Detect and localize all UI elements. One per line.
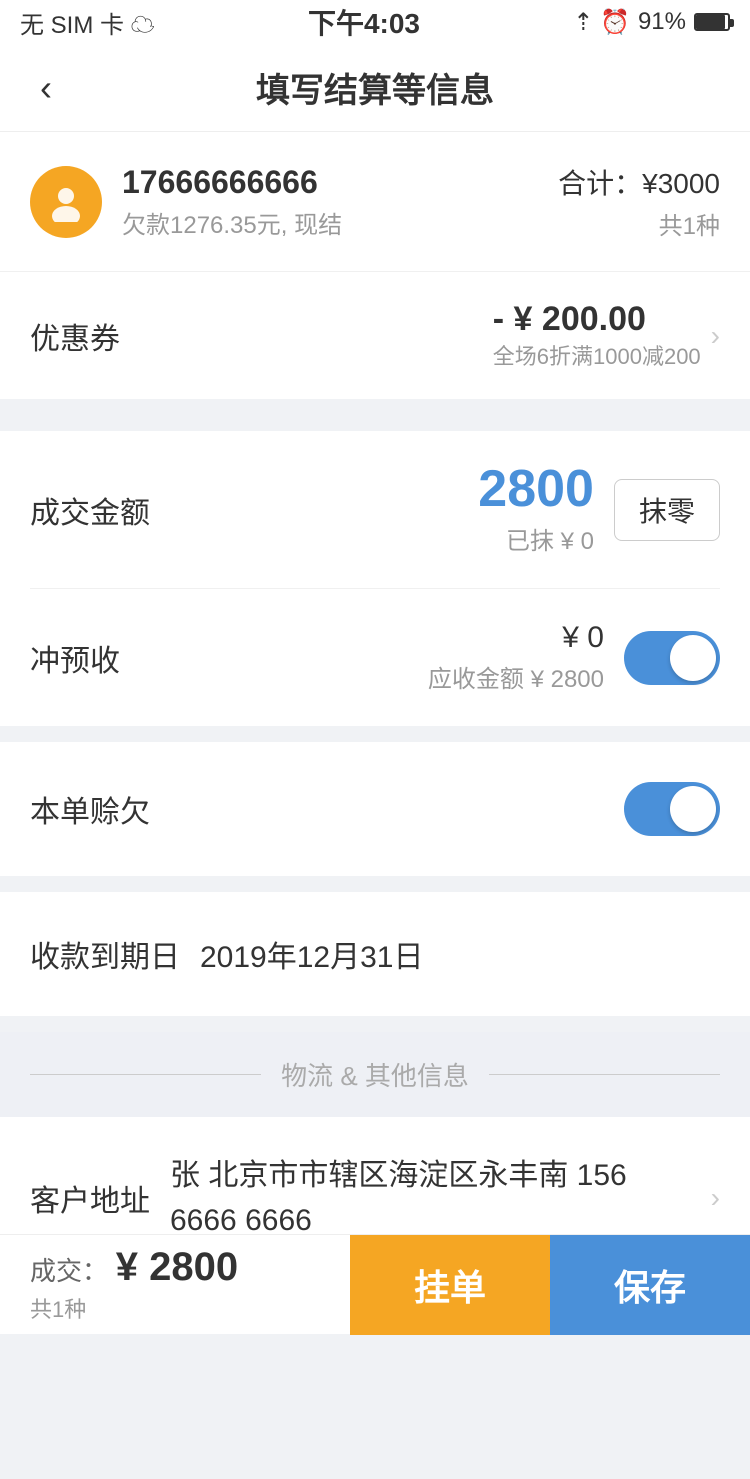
deal-amount-label: 成交金额 — [30, 488, 150, 532]
back-button[interactable]: ‹ — [30, 57, 62, 119]
prereceipt-amount: ¥ 0 — [428, 621, 604, 655]
avatar — [30, 166, 102, 238]
battery-level: 91% — [638, 8, 686, 36]
debt-section: 本单赊欠 — [0, 742, 750, 876]
logistics-text: 物流 & 其他信息 — [261, 1056, 489, 1093]
customer-phone: 17666666666 — [122, 164, 342, 201]
page-title: 填写结算等信息 — [256, 63, 494, 112]
total-label: 合计： — [558, 168, 642, 199]
due-date-section: 收款到期日 2019年12月31日 — [0, 892, 750, 1016]
debt-label: 本单赊欠 — [30, 787, 150, 831]
address-value: 张 北京市市辖区海淀区永丰南 156 6666 6666 — [170, 1153, 701, 1243]
deal-amount-sub: 已抹 ¥ 0 — [478, 521, 594, 556]
section-divider-2 — [0, 726, 750, 742]
due-date-label: 收款到期日 — [30, 932, 180, 976]
logistics-divider: 物流 & 其他信息 — [0, 1032, 750, 1117]
prereceipt-row: 冲预收 ¥ 0 应收金额 ¥ 2800 — [30, 589, 720, 726]
total-amount-label: 合计：¥3000 — [558, 162, 720, 202]
customer-card: 17666666666 欠款1276.35元, 现结 合计：¥3000 共1种 … — [0, 132, 750, 399]
prereceipt-sub: 应收金额 ¥ 2800 — [428, 659, 604, 694]
total-amount: ¥3000 — [642, 168, 720, 199]
debt-row: 本单赊欠 — [30, 742, 720, 876]
logistics-line-right — [489, 1074, 720, 1075]
customer-info: 17666666666 欠款1276.35元, 现结 — [122, 164, 342, 240]
section-divider-1 — [0, 415, 750, 431]
status-bar: 无 SIM 卡 ☁ 下午4:03 ⇡ ⏰ 91% — [0, 0, 750, 44]
bottom-bar: 成交： ¥ 2800 共1种 挂单 保存 — [0, 1234, 750, 1334]
coupon-desc: 全场6折满1000减200 — [493, 339, 701, 371]
prereceipt-label: 冲预收 — [30, 636, 120, 680]
bottom-deal-row: 成交： ¥ 2800 — [30, 1245, 320, 1290]
status-time: 下午4:03 — [308, 2, 420, 42]
bottom-summary: 成交： ¥ 2800 共1种 — [0, 1245, 350, 1324]
coupon-arrow-icon: › — [711, 320, 720, 352]
nav-bar: ‹ 填写结算等信息 — [0, 44, 750, 132]
status-right: ⇡ ⏰ 91% — [573, 8, 730, 37]
coupon-row[interactable]: 优惠券 - ¥ 200.00 全场6折满1000减200 › — [0, 271, 750, 399]
prereceipt-amount-block: ¥ 0 应收金额 ¥ 2800 — [428, 621, 604, 694]
save-button[interactable]: 保存 — [550, 1235, 750, 1335]
deal-amount-block: 2800 已抹 ¥ 0 — [478, 463, 594, 556]
customer-right: 合计：¥3000 共1种 — [558, 162, 720, 241]
due-date-value: 2019年12月31日 — [200, 932, 423, 976]
bottom-amount: ¥ 2800 — [116, 1245, 238, 1289]
bottom-deal-label: 成交： — [30, 1256, 108, 1286]
prereceipt-right: ¥ 0 应收金额 ¥ 2800 — [428, 621, 720, 694]
total-count: 共1种 — [558, 206, 720, 241]
deal-amount-right: 2800 已抹 ¥ 0 抹零 — [478, 463, 720, 556]
sim-status: 无 SIM 卡 ☁ — [20, 5, 155, 40]
battery-icon: ⇡ ⏰ — [573, 8, 630, 37]
address-label: 客户地址 — [30, 1176, 150, 1220]
round-button[interactable]: 抹零 — [614, 479, 720, 541]
coupon-right: - ¥ 200.00 全场6折满1000减200 › — [493, 300, 720, 371]
debt-toggle[interactable] — [624, 782, 720, 836]
due-date-row: 收款到期日 2019年12月31日 — [30, 892, 720, 1016]
deal-amount-row: 成交金额 2800 已抹 ¥ 0 抹零 — [30, 431, 720, 589]
prereceipt-toggle[interactable] — [624, 631, 720, 685]
customer-row: 17666666666 欠款1276.35元, 现结 合计：¥3000 共1种 — [0, 132, 750, 271]
customer-left: 17666666666 欠款1276.35元, 现结 — [30, 164, 342, 240]
hold-button[interactable]: 挂单 — [350, 1235, 550, 1335]
deal-amount-number: 2800 — [478, 463, 594, 515]
customer-sub: 欠款1276.35元, 现结 — [122, 205, 342, 240]
coupon-discount: - ¥ 200.00 — [493, 300, 701, 339]
section-divider-3 — [0, 876, 750, 892]
coupon-label: 优惠券 — [30, 314, 120, 358]
address-arrow-icon: › — [711, 1182, 720, 1214]
status-left: 无 SIM 卡 ☁ — [20, 5, 155, 40]
section-divider-4 — [0, 1016, 750, 1032]
bottom-count: 共1种 — [30, 1292, 320, 1324]
logistics-line-left — [30, 1074, 261, 1075]
amount-section: 成交金额 2800 已抹 ¥ 0 抹零 冲预收 ¥ 0 应收金额 ¥ 2800 — [0, 431, 750, 726]
battery-bar — [694, 13, 730, 31]
